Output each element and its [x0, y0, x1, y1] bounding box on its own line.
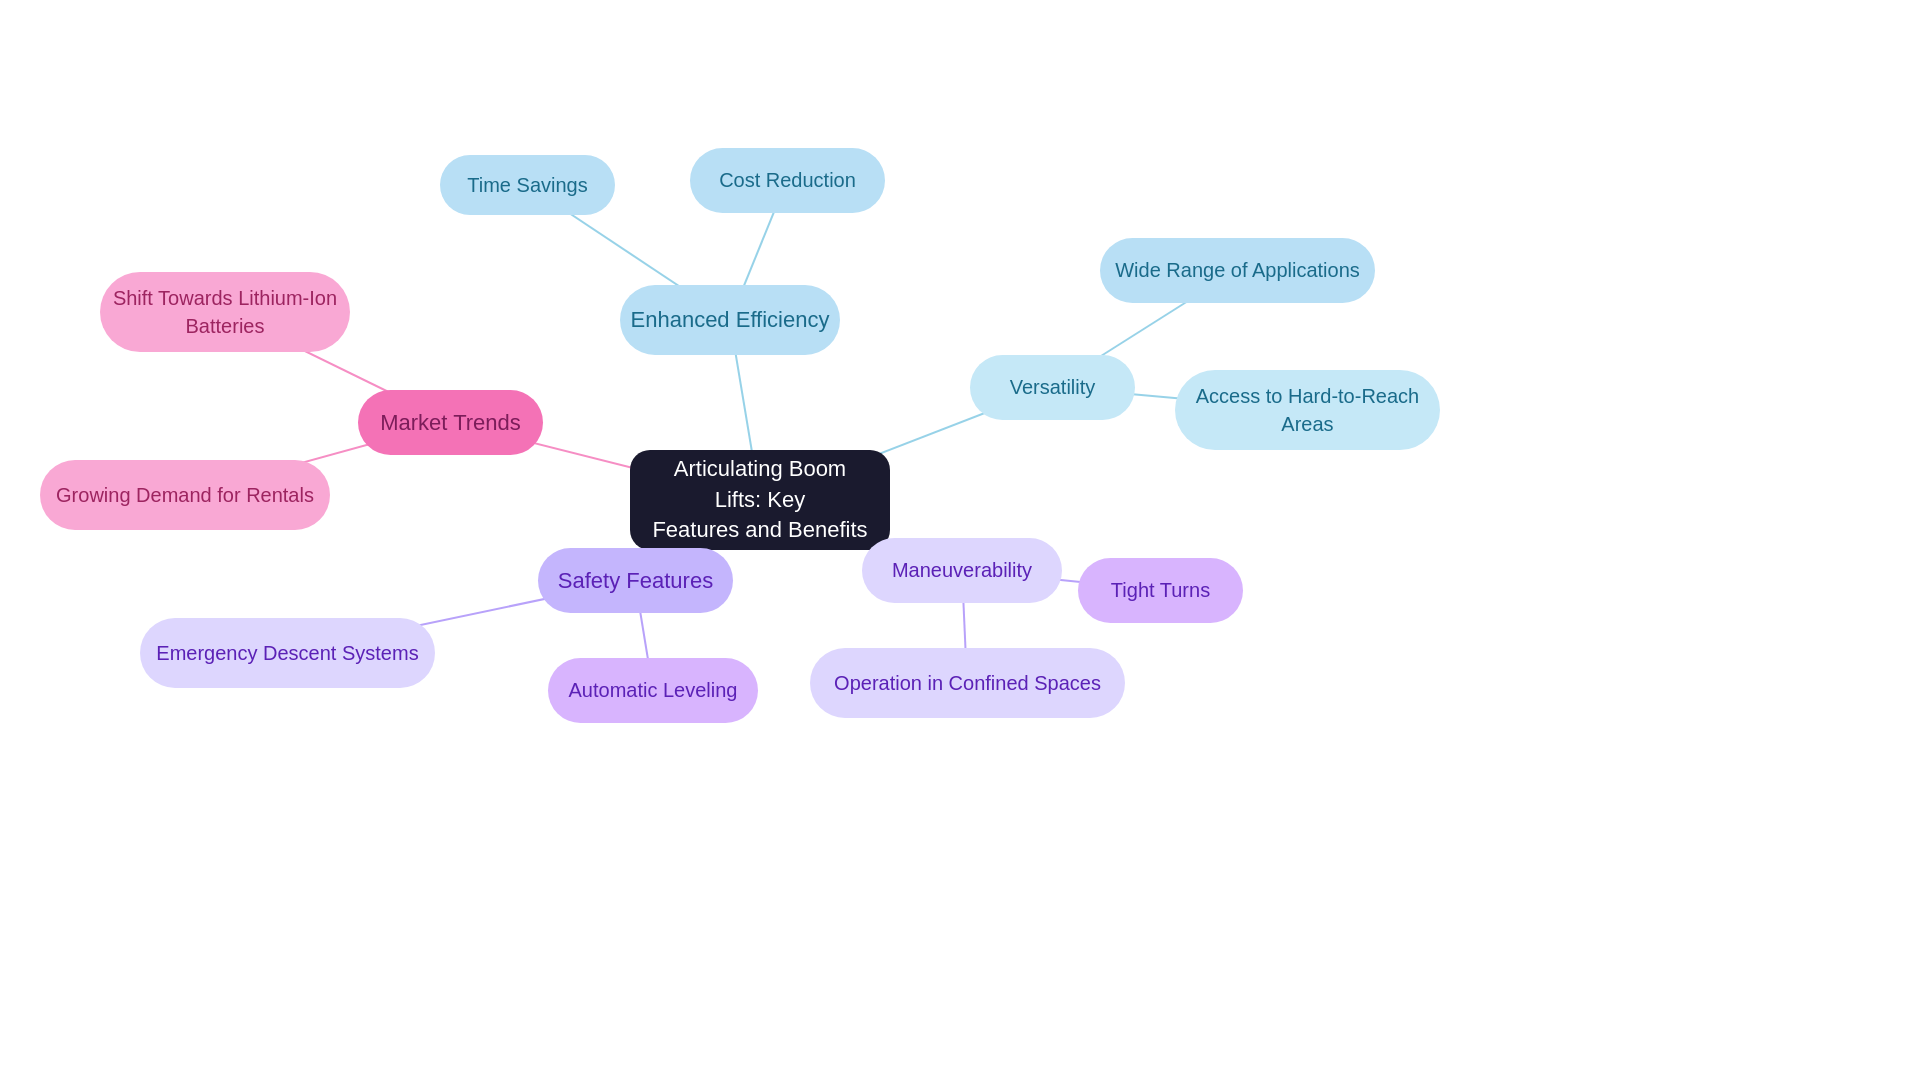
- safety-features-node: Safety Features: [538, 548, 733, 613]
- center-label: Articulating Boom Lifts: Key Features an…: [650, 454, 870, 546]
- market-trends-node: Market Trends: [358, 390, 543, 455]
- versatility-node: Versatility: [970, 355, 1135, 420]
- time-savings-node: Time Savings: [440, 155, 615, 215]
- wide-range-label: Wide Range of Applications: [1115, 259, 1360, 282]
- versatility-label: Versatility: [1010, 376, 1096, 399]
- access-hard-node: Access to Hard-to-Reach Areas: [1175, 370, 1440, 450]
- automatic-leveling-node: Automatic Leveling: [548, 658, 758, 723]
- enhanced-efficiency-node: Enhanced Efficiency: [620, 285, 840, 355]
- growing-demand-node: Growing Demand for Rentals: [40, 460, 330, 530]
- emergency-descent-label: Emergency Descent Systems: [156, 642, 418, 665]
- enhanced-efficiency-label: Enhanced Efficiency: [631, 307, 830, 333]
- tight-turns-node: Tight Turns: [1078, 558, 1243, 623]
- access-hard-label: Access to Hard-to-Reach Areas: [1196, 382, 1419, 438]
- lithium-node: Shift Towards Lithium-Ion Batteries: [100, 272, 350, 352]
- safety-features-label: Safety Features: [558, 568, 713, 594]
- emergency-descent-node: Emergency Descent Systems: [140, 618, 435, 688]
- cost-reduction-label: Cost Reduction: [719, 169, 856, 192]
- cost-reduction-node: Cost Reduction: [690, 148, 885, 213]
- operation-confined-node: Operation in Confined Spaces: [810, 648, 1125, 718]
- growing-demand-label: Growing Demand for Rentals: [56, 484, 314, 507]
- center-node: Articulating Boom Lifts: Key Features an…: [630, 450, 890, 550]
- market-trends-label: Market Trends: [380, 410, 521, 436]
- lithium-label: Shift Towards Lithium-Ion Batteries: [113, 284, 337, 340]
- wide-range-node: Wide Range of Applications: [1100, 238, 1375, 303]
- tight-turns-label: Tight Turns: [1111, 579, 1210, 602]
- time-savings-label: Time Savings: [467, 174, 587, 197]
- automatic-leveling-label: Automatic Leveling: [569, 679, 738, 702]
- maneuverability-node: Maneuverability: [862, 538, 1062, 603]
- operation-confined-label: Operation in Confined Spaces: [834, 672, 1101, 695]
- maneuverability-label: Maneuverability: [892, 559, 1032, 582]
